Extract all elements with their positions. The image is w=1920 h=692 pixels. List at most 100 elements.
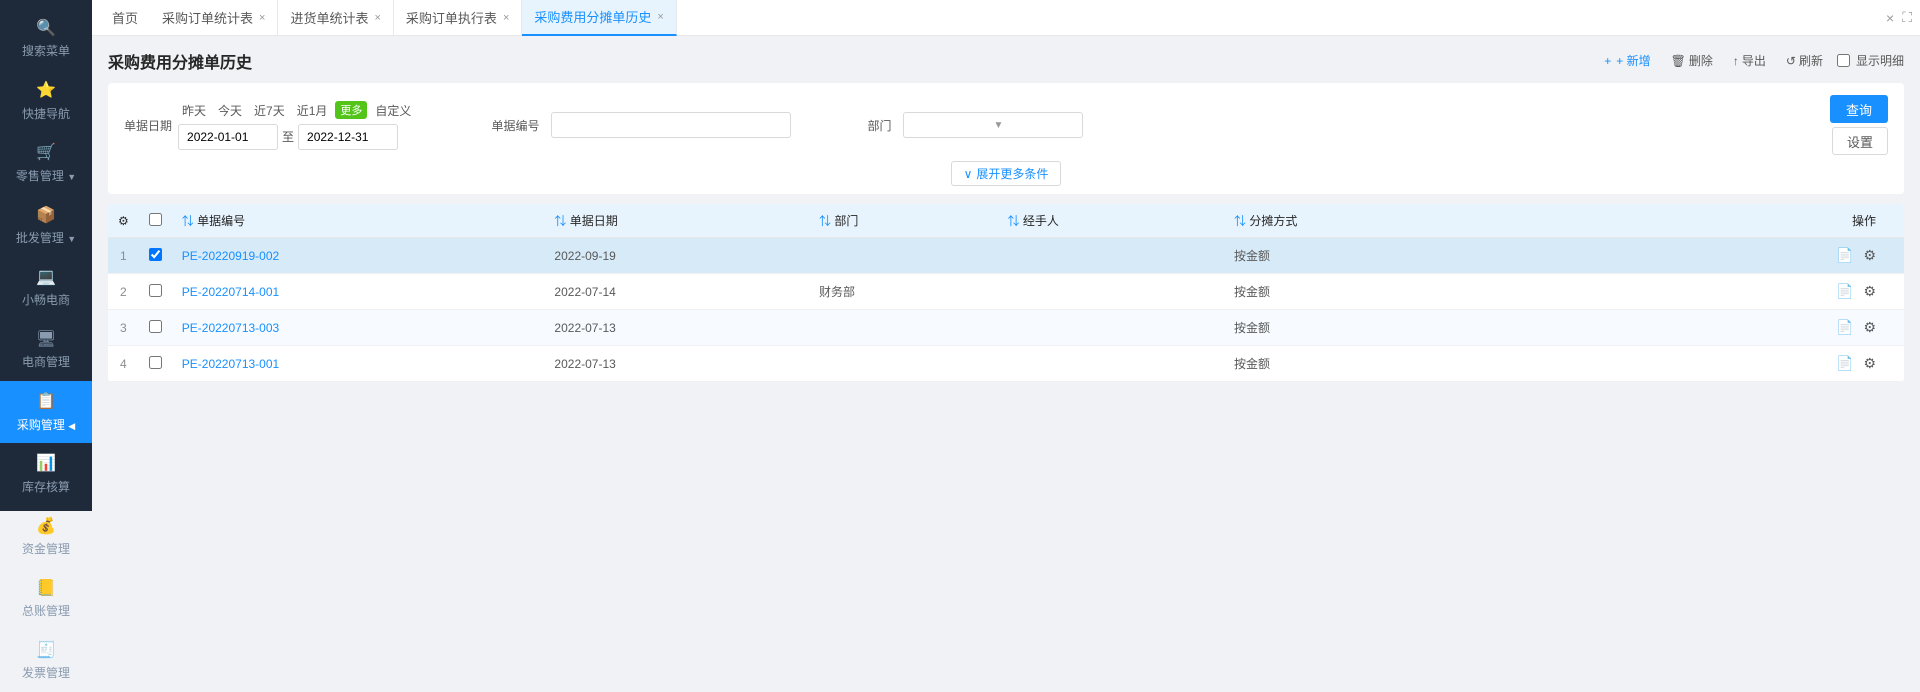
delete-button[interactable]: 🗑 删除	[1665, 48, 1719, 73]
show-cols-input[interactable]	[1837, 54, 1850, 67]
doc-no-link[interactable]: PE-20220713-001	[182, 357, 279, 371]
date-custom[interactable]: 自定义	[371, 101, 415, 120]
search-area: 单据日期 昨天 今天 近7天 近1月 更多 自定义 至	[108, 83, 1904, 194]
row-doc-date: 2022-07-13	[544, 346, 809, 382]
doc-no-input[interactable]	[551, 112, 791, 138]
checkbox-column-header[interactable]	[139, 204, 172, 238]
gear-column-header[interactable]: ⚙	[108, 204, 139, 238]
row-dept: 财务部	[809, 274, 997, 310]
date-shortcuts: 昨天 今天 近7天 近1月 更多 自定义	[178, 101, 415, 120]
close-tab-purchase-order-exec[interactable]: ×	[503, 12, 509, 24]
tab-goods-in-stats[interactable]: 进货单统计表 ×	[278, 0, 393, 36]
close-tab-purchase-order-stats[interactable]: ×	[259, 12, 265, 24]
row-split-method: 按金额	[1224, 310, 1824, 346]
refresh-button[interactable]: ↺ 刷新	[1780, 48, 1829, 73]
doc-no-link[interactable]: PE-20220714-001	[182, 285, 279, 299]
sidebar-item-ecommerce[interactable]: 🖥 电商管理	[0, 319, 92, 381]
row-checkbox[interactable]	[149, 248, 162, 261]
view-action-icon[interactable]: 📄	[1834, 317, 1855, 338]
expand-conditions-button[interactable]: ∨ 展开更多条件	[951, 161, 1062, 186]
date-from-input[interactable]	[178, 124, 278, 150]
row-checkbox[interactable]	[149, 356, 162, 369]
dept-column-header: ⇅ 部门	[809, 204, 997, 238]
row-doc-date: 2022-09-19	[544, 238, 809, 274]
row-doc-date: 2022-07-14	[544, 274, 809, 310]
row-handler	[997, 238, 1224, 274]
doc-no-label: 单据编号	[491, 117, 539, 134]
date-1month[interactable]: 近1月	[293, 101, 332, 120]
row-handler	[997, 274, 1224, 310]
export-button[interactable]: ↑ 导出	[1727, 48, 1772, 73]
sidebar-item-purchase[interactable]: 📋 采购管理 ◀	[0, 381, 92, 443]
search-icon: 🔍	[4, 18, 88, 40]
more-action-icon[interactable]: ⚙	[1861, 353, 1878, 374]
wholesale-icon: 📦	[4, 205, 88, 227]
date-7days[interactable]: 近7天	[250, 101, 289, 120]
close-tab-goods-in-stats[interactable]: ×	[374, 12, 380, 24]
dept-select[interactable]: ▼	[903, 112, 1083, 138]
doc-no-link[interactable]: PE-20220713-003	[182, 321, 279, 335]
close-tab-purchase-expense-history[interactable]: ×	[657, 11, 663, 23]
view-action-icon[interactable]: 📄	[1834, 281, 1855, 302]
dept-dropdown-arrow: ▼	[993, 120, 1074, 131]
more-action-icon[interactable]: ⚙	[1861, 245, 1878, 266]
dept-field: 部门 ▼	[867, 112, 1083, 138]
row-dept	[809, 346, 997, 382]
tabs-right-controls: × ⛶	[1886, 9, 1912, 26]
row-checkbox-cell	[139, 238, 172, 274]
table-row: 3 PE-20220713-003 2022-07-13 按金额 📄 ⚙	[108, 310, 1904, 346]
date-more[interactable]: 更多	[335, 101, 367, 119]
date-yesterday[interactable]: 昨天	[178, 101, 210, 120]
doc-no-column-header: ⇅ 单据编号	[172, 204, 545, 238]
setting-button[interactable]: 设置	[1832, 127, 1888, 155]
add-button[interactable]: + + 新增	[1598, 48, 1656, 73]
date-to-input[interactable]	[298, 124, 398, 150]
row-action-cell: 📄 ⚙	[1824, 310, 1904, 346]
sidebar-item-finance[interactable]: 💰 资金管理	[0, 506, 92, 568]
show-cols-checkbox[interactable]: 显示明细	[1837, 52, 1904, 69]
select-all-checkbox[interactable]	[149, 213, 162, 226]
tab-purchase-order-stats[interactable]: 采购订单统计表 ×	[150, 0, 278, 36]
date-label: 单据日期	[124, 117, 172, 134]
tab-purchase-expense-history[interactable]: 采购费用分摊单历史 ×	[522, 0, 676, 36]
view-action-icon[interactable]: 📄	[1834, 353, 1855, 374]
action-icons: 📄 ⚙	[1834, 317, 1894, 338]
view-action-icon[interactable]: 📄	[1834, 245, 1855, 266]
row-doc-no: PE-20220713-003	[172, 310, 545, 346]
add-icon: +	[1604, 54, 1611, 68]
close-all-tabs-icon[interactable]: ×	[1886, 10, 1894, 26]
row-split-method: 按金额	[1224, 274, 1824, 310]
more-action-icon[interactable]: ⚙	[1861, 317, 1878, 338]
tab-purchase-order-exec[interactable]: 采购订单执行表 ×	[394, 0, 522, 36]
row-checkbox[interactable]	[149, 320, 162, 333]
sidebar-item-quick[interactable]: ⭐ 快捷导航	[0, 70, 92, 132]
refresh-icon: ↺	[1786, 54, 1796, 68]
row-handler	[997, 346, 1224, 382]
split-method-column-header: ⇅ 分摊方式	[1224, 204, 1824, 238]
row-doc-no: PE-20220919-002	[172, 238, 545, 274]
row-index: 2	[108, 274, 139, 310]
sidebar-item-inventory[interactable]: 📊 库存核算	[0, 443, 92, 505]
row-checkbox[interactable]	[149, 284, 162, 297]
sidebar-item-ecommerce-small[interactable]: 💻 小畅电商	[0, 257, 92, 319]
doc-date-column-header: ⇅ 单据日期	[544, 204, 809, 238]
sidebar-item-retail[interactable]: 🛒 零售管理 ▼	[0, 132, 92, 194]
maximize-icon[interactable]: ⛶	[1902, 9, 1912, 26]
page-header: 采购费用分摊单历史 + + 新增 🗑 删除 ↑ 导出 ↺ 刷新	[108, 48, 1904, 73]
sidebar-item-wholesale[interactable]: 📦 批发管理 ▼	[0, 195, 92, 257]
sidebar-item-invoice[interactable]: 🧾 发票管理	[0, 630, 92, 692]
tab-home[interactable]: 首页	[100, 0, 150, 36]
sidebar-item-ledger[interactable]: 📒 总账管理	[0, 568, 92, 630]
row-split-method: 按金额	[1224, 238, 1824, 274]
search-button[interactable]: 查询	[1830, 95, 1888, 123]
date-today[interactable]: 今天	[214, 101, 246, 120]
action-icons: 📄 ⚙	[1834, 245, 1894, 266]
more-action-icon[interactable]: ⚙	[1861, 281, 1878, 302]
doc-no-link[interactable]: PE-20220919-002	[182, 249, 279, 263]
search-row: 单据日期 昨天 今天 近7天 近1月 更多 自定义 至	[124, 95, 1888, 155]
table-container: ⚙ ⇅ 单据编号 ⇅ 单据日期	[108, 204, 1904, 382]
purchase-icon: 📋	[4, 391, 88, 413]
sort-icon: ⇅	[182, 214, 194, 228]
expand-row: ∨ 展开更多条件	[124, 161, 1888, 186]
sidebar-item-search[interactable]: 🔍 搜索菜单	[0, 8, 92, 70]
